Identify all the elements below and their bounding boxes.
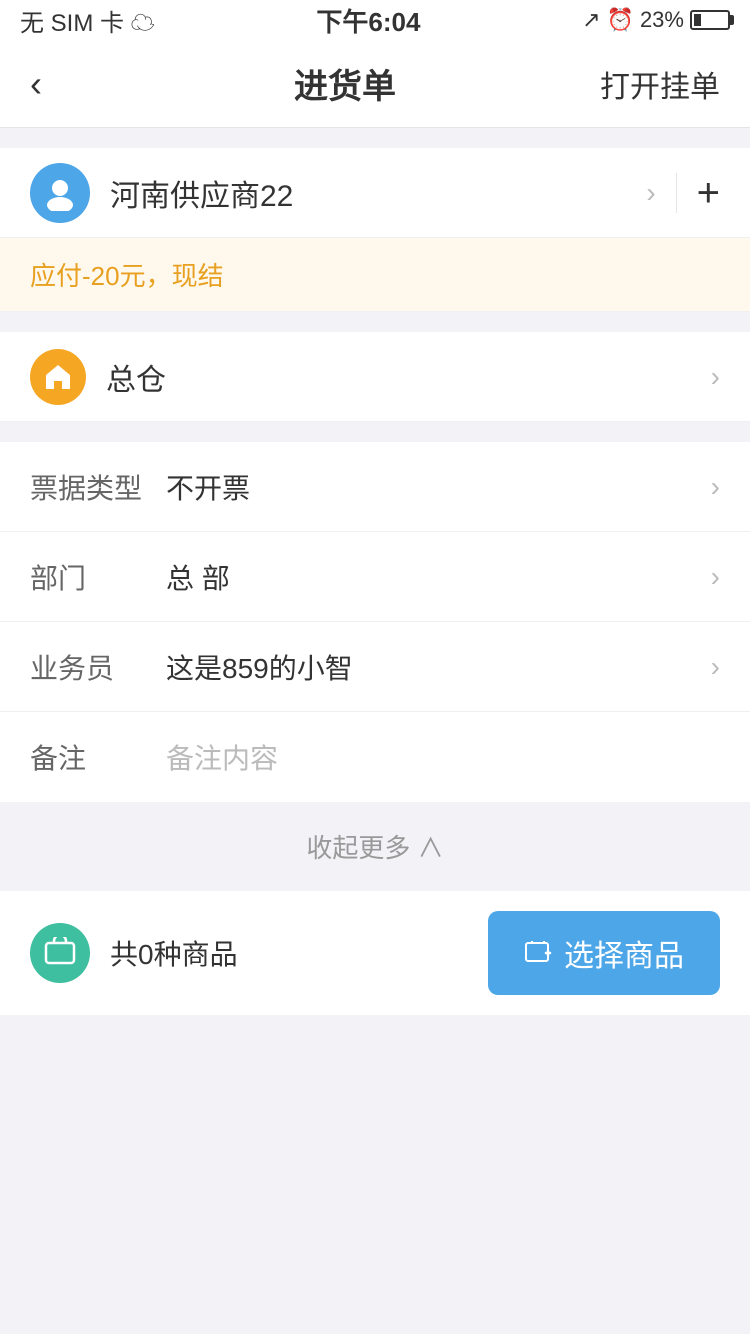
status-time: 下午6:04 xyxy=(316,2,420,39)
warehouse-chevron-icon: › xyxy=(711,361,720,393)
invoice-type-row[interactable]: 票据类型 不开票 › xyxy=(0,442,750,532)
product-count: 共0种商品 xyxy=(110,933,488,973)
supplier-notice: 应付-20元，现结 xyxy=(0,238,750,312)
add-supplier-button[interactable]: + xyxy=(697,173,720,213)
battery-percent: 23% xyxy=(640,7,684,33)
section-gap-1 xyxy=(0,128,750,148)
cart-icon xyxy=(44,937,76,969)
select-product-button[interactable]: 选择商品 xyxy=(488,911,720,995)
page: 无 SIM 卡 ☁ 下午6:04 ↗ ⏰ 23% ‹ 进货单 打开挂单 河南供 xyxy=(0,0,750,1334)
remark-label: 备注 xyxy=(30,737,150,777)
status-bar: 无 SIM 卡 ☁ 下午6:04 ↗ ⏰ 23% xyxy=(0,0,750,40)
alarm-icon: ⏰ xyxy=(607,7,634,33)
supplier-chevron-icon: › xyxy=(646,177,655,209)
salesperson-label: 业务员 xyxy=(30,647,150,687)
product-icon-wrap xyxy=(30,923,90,983)
supplier-name: 河南供应商22 xyxy=(110,171,646,215)
salesperson-value: 这是859的小智 xyxy=(150,647,711,687)
person-icon xyxy=(42,175,78,211)
invoice-type-value: 不开票 xyxy=(150,467,711,507)
collapse-bar[interactable]: 收起更多 ∧ xyxy=(0,802,750,891)
invoice-type-label: 票据类型 xyxy=(30,467,150,507)
location-icon: ↗ xyxy=(582,7,600,33)
department-chevron-icon: › xyxy=(711,561,720,593)
select-product-icon xyxy=(524,939,552,967)
battery-icon xyxy=(690,10,730,30)
section-gap-2 xyxy=(0,312,750,332)
supplier-divider xyxy=(676,173,677,213)
back-button[interactable]: ‹ xyxy=(30,63,90,105)
supplier-row[interactable]: 河南供应商22 › + xyxy=(0,148,750,238)
department-value: 总 部 xyxy=(150,557,711,597)
invoice-type-chevron-icon: › xyxy=(711,471,720,503)
status-right: ↗ ⏰ 23% xyxy=(582,7,730,33)
nav-bar: ‹ 进货单 打开挂单 xyxy=(0,40,750,128)
open-pending-button[interactable]: 打开挂单 xyxy=(600,62,720,106)
page-title: 进货单 xyxy=(294,59,396,108)
status-left: 无 SIM 卡 ☁ xyxy=(20,3,155,38)
form-section: 票据类型 不开票 › 部门 总 部 › 业务员 这是859的小智 › 备注 备注… xyxy=(0,442,750,802)
select-product-label: 选择商品 xyxy=(564,931,684,975)
department-label: 部门 xyxy=(30,557,150,597)
home-icon xyxy=(42,361,74,393)
remark-input[interactable]: 备注内容 xyxy=(150,737,720,777)
salesperson-chevron-icon: › xyxy=(711,651,720,683)
supplier-avatar xyxy=(30,163,90,223)
bottom-bar: 共0种商品 选择商品 xyxy=(0,891,750,1015)
warehouse-row[interactable]: 总仓 › xyxy=(0,332,750,422)
department-row[interactable]: 部门 总 部 › xyxy=(0,532,750,622)
warehouse-icon xyxy=(30,349,86,405)
supplier-card: 河南供应商22 › + 应付-20元，现结 xyxy=(0,148,750,312)
sim-status: 无 SIM 卡 ☁ xyxy=(20,3,155,38)
salesperson-row[interactable]: 业务员 这是859的小智 › xyxy=(0,622,750,712)
remark-row[interactable]: 备注 备注内容 xyxy=(0,712,750,802)
warehouse-name: 总仓 xyxy=(106,355,711,399)
